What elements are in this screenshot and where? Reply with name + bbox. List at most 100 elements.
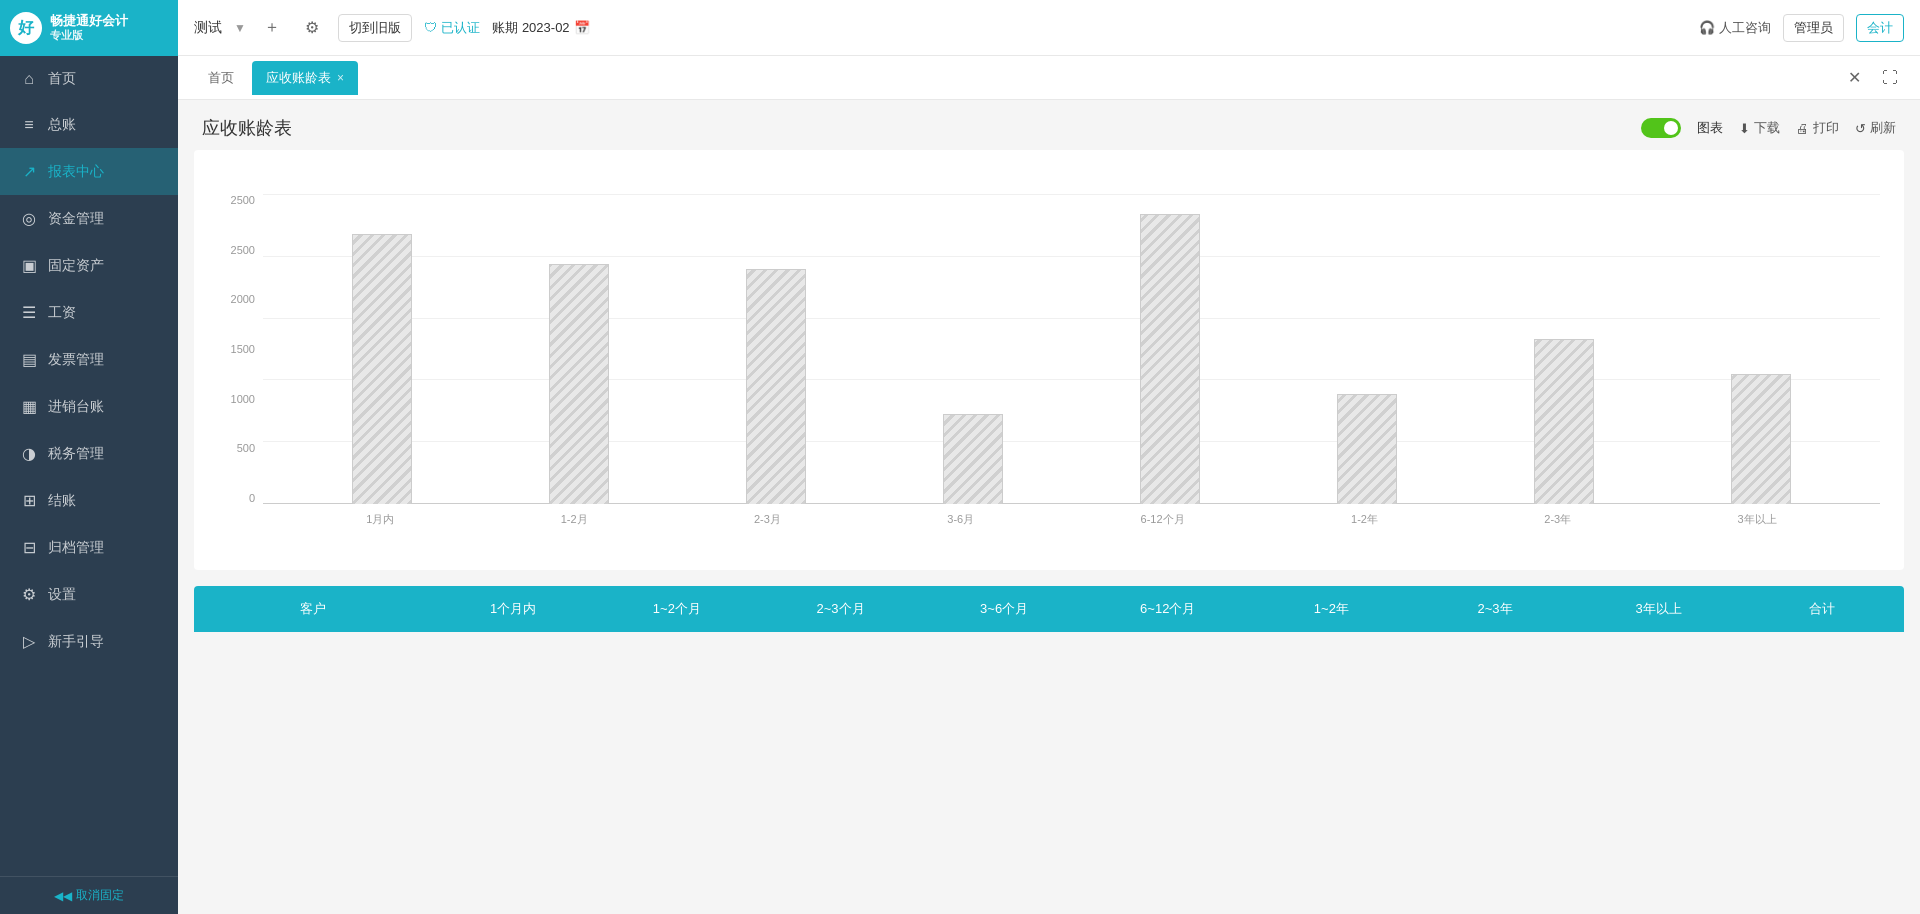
manager-button[interactable]: 管理员 bbox=[1783, 14, 1844, 42]
content-area: 应收账龄表 图表 ⬇ 下载 🖨 打印 ↺ 刷新 bbox=[178, 100, 1920, 914]
sidebar-item-label: 税务管理 bbox=[48, 445, 104, 463]
print-button[interactable]: 🖨 打印 bbox=[1796, 119, 1839, 137]
fixed-assets-icon: ▣ bbox=[20, 256, 38, 275]
tab-label: 应收账龄表 bbox=[266, 69, 331, 87]
project-name: 测试 bbox=[194, 19, 222, 37]
settings-icon: ⚙ bbox=[20, 585, 38, 604]
sidebar-item-payroll[interactable]: ☰ 工资 bbox=[0, 289, 178, 336]
expand-button[interactable]: ⛶ bbox=[1876, 64, 1904, 92]
cancel-fixed-label: 取消固定 bbox=[76, 887, 124, 904]
calendar-icon[interactable]: 📅 bbox=[574, 20, 590, 35]
y-label: 1000 bbox=[231, 393, 255, 405]
download-label: 下载 bbox=[1754, 119, 1780, 137]
chart-container: 2500 2500 2000 1500 1000 500 0 bbox=[218, 174, 1880, 534]
close-tab-button[interactable]: ✕ bbox=[1840, 64, 1868, 92]
sidebar-item-label: 发票管理 bbox=[48, 351, 104, 369]
sidebar: 好 畅捷通好会计 专业版 ⌂ 首页 ≡ 总账 ↗ 报表中心 ◎ 资金管理 ▣ 固… bbox=[0, 0, 178, 914]
sidebar-item-guide[interactable]: ▷ 新手引导 bbox=[0, 618, 178, 665]
period-label: 账期 bbox=[492, 19, 518, 37]
tab-aging[interactable]: 应收账龄表 × bbox=[252, 61, 358, 95]
sales-icon: ▦ bbox=[20, 397, 38, 416]
th-1-2year: 1~2年 bbox=[1250, 586, 1414, 632]
verified-badge: 🛡 已认证 bbox=[424, 19, 480, 37]
bar-group bbox=[1731, 374, 1791, 504]
sidebar-item-tax[interactable]: ◑ 税务管理 bbox=[0, 430, 178, 477]
print-label: 打印 bbox=[1813, 119, 1839, 137]
consult-button[interactable]: 🎧 人工咨询 bbox=[1699, 19, 1771, 37]
chart-bars bbox=[263, 194, 1880, 504]
y-label: 2500 bbox=[231, 244, 255, 256]
sidebar-cancel-fixed-btn[interactable]: ◀◀ 取消固定 bbox=[0, 876, 178, 914]
invoice-icon: ▤ bbox=[20, 350, 38, 369]
topbar: 测试 ▼ ＋ ⚙ 切到旧版 🛡 已认证 账期 2023-02 📅 🎧 人工咨询 … bbox=[178, 0, 1920, 56]
x-label-2: 1-2月 bbox=[561, 512, 588, 527]
th-total: 合计 bbox=[1740, 586, 1904, 632]
closing-icon: ⊞ bbox=[20, 491, 38, 510]
sidebar-item-label: 设置 bbox=[48, 586, 76, 604]
th-1month: 1个月内 bbox=[431, 586, 595, 632]
y-label: 2000 bbox=[231, 293, 255, 305]
headset-icon: 🎧 bbox=[1699, 20, 1715, 35]
consult-label: 人工咨询 bbox=[1719, 19, 1771, 37]
bar-group bbox=[746, 269, 806, 504]
sidebar-item-ledger[interactable]: ≡ 总账 bbox=[0, 102, 178, 148]
sidebar-item-closing[interactable]: ⊞ 结账 bbox=[0, 477, 178, 524]
tax-icon: ◑ bbox=[20, 444, 38, 463]
table-header: 客户 1个月内 1~2个月 2~3个月 3~6个月 6~12个月 1~2年 2~… bbox=[194, 586, 1904, 632]
sidebar-item-sales[interactable]: ▦ 进销台账 bbox=[0, 383, 178, 430]
add-button[interactable]: ＋ bbox=[258, 14, 286, 42]
period-display: 账期 2023-02 📅 bbox=[492, 19, 590, 37]
table-area: 客户 1个月内 1~2个月 2~3个月 3~6个月 6~12个月 1~2年 2~… bbox=[194, 586, 1904, 632]
refresh-icon: ↺ bbox=[1855, 121, 1866, 136]
sidebar-item-archive[interactable]: ⊟ 归档管理 bbox=[0, 524, 178, 571]
main-content: 测试 ▼ ＋ ⚙ 切到旧版 🛡 已认证 账期 2023-02 📅 🎧 人工咨询 … bbox=[178, 0, 1920, 914]
bar-group bbox=[1337, 394, 1397, 504]
switch-version-button[interactable]: 切到旧版 bbox=[338, 14, 412, 42]
tabbar-actions: ✕ ⛶ bbox=[1840, 64, 1904, 92]
settings-button[interactable]: ⚙ bbox=[298, 14, 326, 42]
bar-group bbox=[1534, 339, 1594, 504]
project-dropdown-icon[interactable]: ▼ bbox=[234, 21, 246, 35]
sidebar-item-funds[interactable]: ◎ 资金管理 bbox=[0, 195, 178, 242]
home-icon: ⌂ bbox=[20, 70, 38, 88]
bar-6-12month bbox=[1140, 214, 1200, 504]
sidebar-item-label: 进销台账 bbox=[48, 398, 104, 416]
x-label-7: 2-3年 bbox=[1544, 512, 1571, 527]
th-2-3year: 2~3年 bbox=[1413, 586, 1577, 632]
app-name: 畅捷通好会计 bbox=[50, 13, 128, 29]
th-1-2month: 1~2个月 bbox=[595, 586, 759, 632]
ledger-icon: ≡ bbox=[20, 116, 38, 134]
sidebar-item-label: 工资 bbox=[48, 304, 76, 322]
download-icon: ⬇ bbox=[1739, 121, 1750, 136]
bar-3plus-year bbox=[1731, 374, 1791, 504]
tab-home[interactable]: 首页 bbox=[194, 61, 248, 95]
sidebar-item-label: 报表中心 bbox=[48, 163, 104, 181]
chart-y-axis: 2500 2500 2000 1500 1000 500 0 bbox=[218, 194, 263, 534]
sidebar-item-fixed-assets[interactable]: ▣ 固定资产 bbox=[0, 242, 178, 289]
y-label: 1500 bbox=[231, 343, 255, 355]
sidebar-item-reports[interactable]: ↗ 报表中心 bbox=[0, 148, 178, 195]
x-axis-labels: 1月内 1-2月 2-3月 3-6月 6-12个月 1-2年 2-3年 3年以上 bbox=[263, 504, 1880, 534]
tabbar: 首页 应收账龄表 × ✕ ⛶ bbox=[178, 56, 1920, 100]
chart-body: 1月内 1-2月 2-3月 3-6月 6-12个月 1-2年 2-3年 3年以上 bbox=[263, 194, 1880, 534]
x-label-5: 6-12个月 bbox=[1141, 512, 1185, 527]
sidebar-item-invoice[interactable]: ▤ 发票管理 bbox=[0, 336, 178, 383]
sidebar-item-label: 资金管理 bbox=[48, 210, 104, 228]
funds-icon: ◎ bbox=[20, 209, 38, 228]
guide-icon: ▷ bbox=[20, 632, 38, 651]
download-button[interactable]: ⬇ 下载 bbox=[1739, 119, 1780, 137]
sidebar-item-label: 总账 bbox=[48, 116, 76, 134]
y-label: 500 bbox=[237, 442, 255, 454]
bar-1-2month bbox=[549, 264, 609, 504]
refresh-button[interactable]: ↺ 刷新 bbox=[1855, 119, 1896, 137]
sidebar-item-home[interactable]: ⌂ 首页 bbox=[0, 56, 178, 102]
accountant-button[interactable]: 会计 bbox=[1856, 14, 1904, 42]
chart-toggle[interactable] bbox=[1641, 118, 1681, 138]
bar-group bbox=[1140, 214, 1200, 504]
sidebar-item-settings[interactable]: ⚙ 设置 bbox=[0, 571, 178, 618]
sidebar-item-label: 固定资产 bbox=[48, 257, 104, 275]
sidebar-item-label: 结账 bbox=[48, 492, 76, 510]
bar-group bbox=[549, 264, 609, 504]
tab-close-icon[interactable]: × bbox=[337, 71, 344, 85]
print-icon: 🖨 bbox=[1796, 121, 1809, 136]
